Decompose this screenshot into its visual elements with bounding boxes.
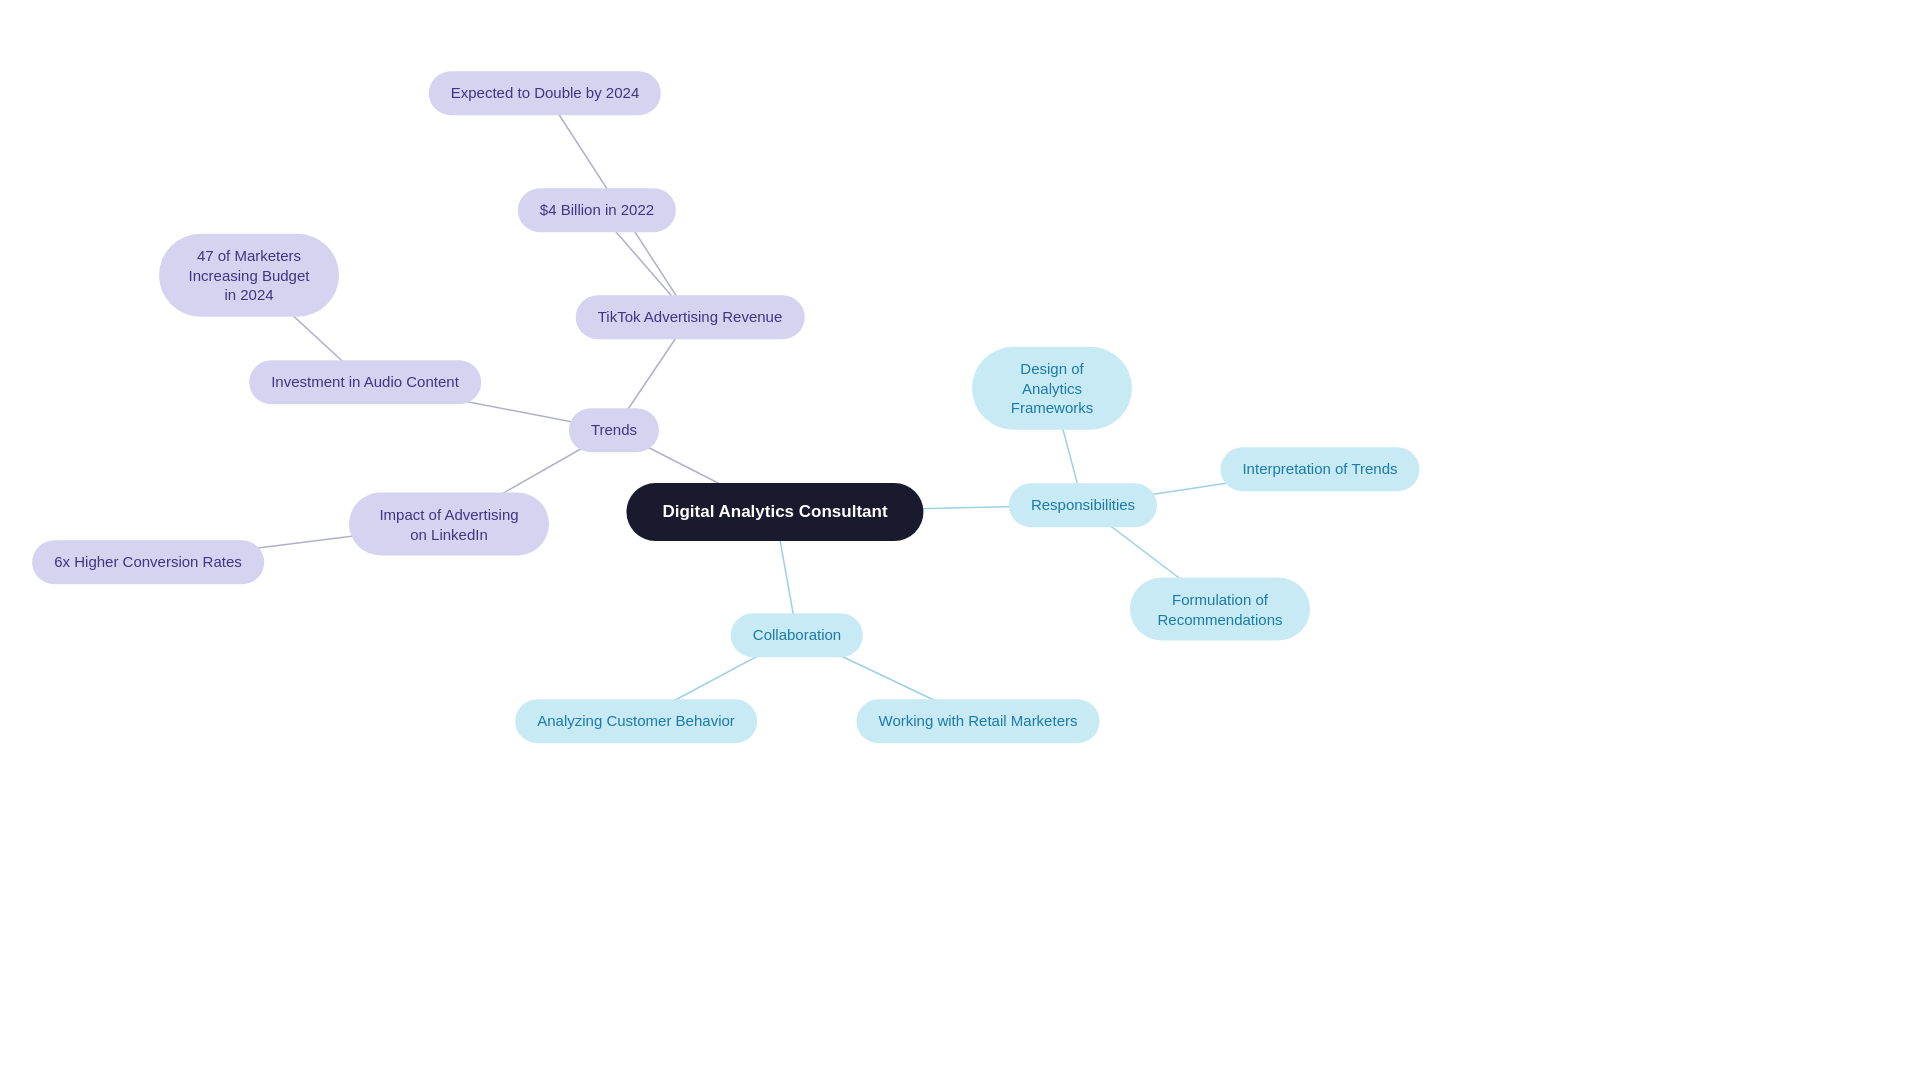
connections-layer: [0, 0, 1920, 1083]
node-tiktok_revenue[interactable]: TikTok Advertising Revenue: [576, 295, 805, 339]
node-interpretation_trends[interactable]: Interpretation of Trends: [1220, 447, 1419, 491]
node-collaboration[interactable]: Collaboration: [731, 613, 863, 657]
node-trends[interactable]: Trends: [569, 408, 659, 452]
node-design_analytics[interactable]: Design of Analytics Frameworks: [972, 347, 1132, 430]
node-impact_linkedin[interactable]: Impact of Advertising on LinkedIn: [349, 493, 549, 556]
node-billion_2022[interactable]: $4 Billion in 2022: [518, 188, 676, 232]
node-investment_audio[interactable]: Investment in Audio Content: [249, 360, 481, 404]
node-higher_conversion[interactable]: 6x Higher Conversion Rates: [32, 540, 264, 584]
node-expected_double[interactable]: Expected to Double by 2024: [429, 71, 661, 115]
node-responsibilities[interactable]: Responsibilities: [1009, 483, 1157, 527]
mindmap-canvas: Digital Analytics Consultant Trends TikTok…: [0, 0, 1920, 1083]
node-working_retail[interactable]: Working with Retail Marketers: [857, 699, 1100, 743]
node-analyzing_customer[interactable]: Analyzing Customer Behavior: [515, 699, 757, 743]
node-marketers_budget[interactable]: 47 of Marketers Increasing Budget in 202…: [159, 234, 339, 317]
node-center[interactable]: Digital Analytics Consultant: [626, 483, 923, 541]
node-formulation_recommendations[interactable]: Formulation of Recommendations: [1130, 578, 1310, 641]
